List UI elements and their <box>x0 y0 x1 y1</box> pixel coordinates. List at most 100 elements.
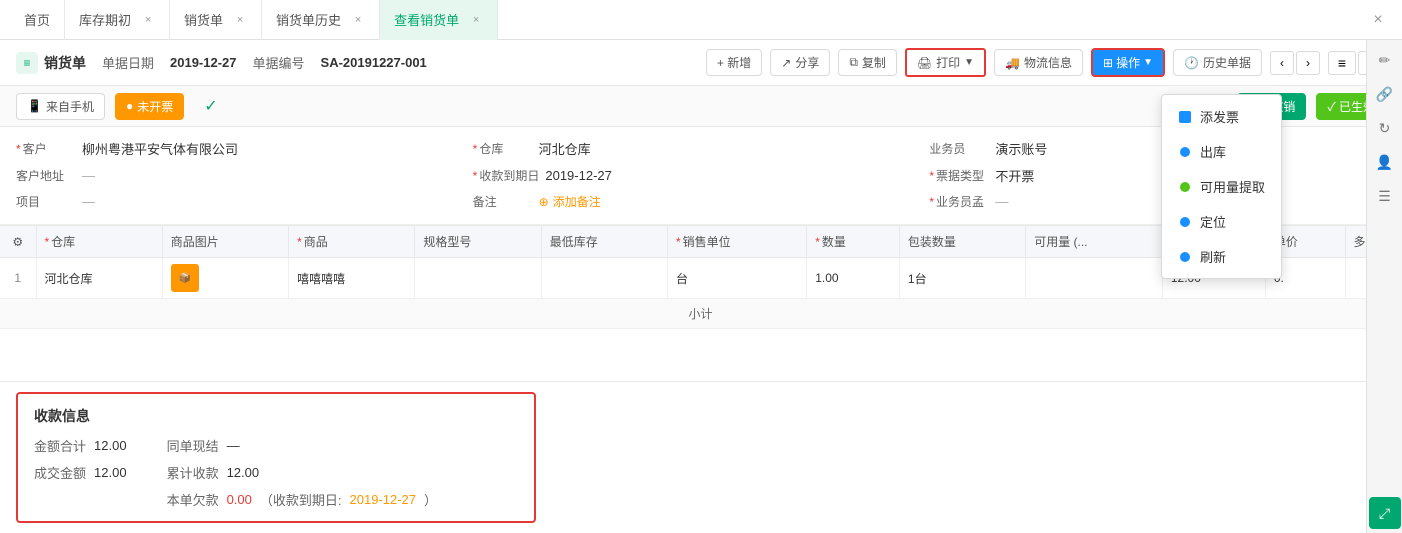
refresh-icon <box>1178 250 1192 264</box>
due-date-field: 收款到期日 2019-12-27 <box>473 167 930 184</box>
locate-label: 定位 <box>1200 212 1226 231</box>
history-button[interactable]: 🕐 历史单据 <box>1173 49 1262 76</box>
collection-col-left: 金额合计 12.00 成交金额 12.00 <box>34 436 127 509</box>
tab-view-sales-order-close[interactable]: × <box>469 13 483 27</box>
subtotal-row: 小计 <box>0 299 1402 329</box>
sidebar-rotate-btn[interactable]: ↻ <box>1369 112 1401 144</box>
tab-view-sales-order[interactable]: 查看销货单 × <box>380 0 498 40</box>
list-icon: ☰ <box>1378 188 1391 205</box>
sidebar-link-btn[interactable]: 🔗 <box>1369 78 1401 110</box>
salesperson-label: 业务员 <box>929 140 989 157</box>
this-order-label: 本单欠款 <box>167 490 219 509</box>
same-order-value: — <box>227 438 240 453</box>
copy-button[interactable]: ⧉ 复制 <box>838 49 897 76</box>
dropdown-add-invoice[interactable]: 添发票 <box>1162 99 1281 134</box>
this-order-item: 本单欠款 0.00 （收款到期日: 2019-12-27 ） <box>167 490 437 509</box>
number-value: SA-20191227-001 <box>321 55 427 70</box>
logistics-button[interactable]: 🚚 物流信息 <box>994 49 1083 76</box>
dropdown-locate[interactable]: 定位 <box>1162 204 1281 239</box>
amount-total-item: 金额合计 12.00 <box>34 436 127 455</box>
dropdown-out-stock[interactable]: 出库 <box>1162 134 1281 169</box>
tab-inventory-init-close[interactable]: × <box>141 13 155 27</box>
col-spec: 规格型号 <box>415 226 541 258</box>
pager-next[interactable]: › <box>1296 51 1320 75</box>
rotate-icon: ↻ <box>1379 120 1391 137</box>
cell-sales-unit: 台 <box>667 258 806 299</box>
share-button[interactable]: ↗ 分享 <box>770 49 830 76</box>
available-qty-label: 可用量提取 <box>1200 177 1265 196</box>
doc-header: ≡ 销货单 单据日期 2019-12-27 单据编号 SA-20191227-0… <box>0 40 1402 86</box>
copy-icon: ⧉ <box>849 55 858 70</box>
right-sidebar: ✏ 🔗 ↻ 👤 ☰ ⤢ <box>1366 40 1402 533</box>
tab-sales-order-history[interactable]: 销货单历史 × <box>262 0 380 40</box>
dropdown-available-qty[interactable]: 可用量提取 <box>1162 169 1281 204</box>
expand-icon: ⤢ <box>1379 505 1390 522</box>
logistics-icon: 🚚 <box>1005 56 1020 70</box>
invoice-type-value: 不开票 <box>995 166 1034 185</box>
col-product: 商品 <box>289 226 415 258</box>
pager-prev[interactable]: ‹ <box>1270 51 1294 75</box>
not-open-label: 未开票 <box>137 98 173 115</box>
ops-chevron: ▼ <box>1143 57 1153 68</box>
amount-total-value: 12.00 <box>94 438 127 453</box>
cell-available <box>1026 258 1163 299</box>
add-remark-button[interactable]: ⊕ 添加备注 <box>539 193 601 210</box>
ops-button[interactable]: ⊞ 操作 ▼ <box>1091 48 1165 77</box>
customer-field: 客户 柳州粤港平安气体有限公司 <box>16 139 473 158</box>
warehouse-field: 仓库 河北仓库 <box>473 139 930 158</box>
project-label: 项目 <box>16 193 76 210</box>
add-remark-label: 添加备注 <box>553 193 601 210</box>
salesperson2-field: 业务员孟 — <box>929 193 1386 210</box>
tab-inventory-init[interactable]: 库存期初 × <box>65 0 170 40</box>
check-icon-btn[interactable]: ✓ <box>194 92 227 120</box>
copy-label: 复制 <box>862 54 886 71</box>
check-icon3: ✓ <box>1327 100 1335 114</box>
warehouse-label: 仓库 <box>473 140 533 157</box>
col-product-img: 商品图片 <box>162 226 288 258</box>
deal-amount-item: 成交金额 12.00 <box>34 463 127 482</box>
date-value: 2019-12-27 <box>170 55 237 70</box>
tab-sales-order[interactable]: 销货单 × <box>170 0 262 40</box>
tab-sales-order-close[interactable]: × <box>233 13 247 27</box>
dropdown-refresh[interactable]: 刷新 <box>1162 239 1281 274</box>
cell-index: 1 <box>0 258 36 299</box>
subtotal-label: 小计 <box>0 299 1402 329</box>
print-button[interactable]: 🖨 打印 ▼ <box>905 48 986 77</box>
view-list[interactable]: ≡ <box>1328 51 1356 75</box>
customer-label: 客户 <box>16 140 76 157</box>
warehouse-value: 河北仓库 <box>539 139 591 158</box>
from-mobile-button[interactable]: 📱 来自手机 <box>16 93 105 120</box>
share-label: 分享 <box>795 54 819 71</box>
history-label: 历史单据 <box>1203 54 1251 71</box>
close-all-button[interactable]: × <box>1364 6 1392 34</box>
sidebar-user-btn[interactable]: 👤 <box>1369 146 1401 178</box>
not-open-button[interactable]: ● 未开票 <box>115 93 184 120</box>
col-available: 可用量 (... <box>1026 226 1163 258</box>
from-mobile-label: 来自手机 <box>46 98 94 115</box>
new-label: + 新增 <box>717 54 751 71</box>
tab-bar: 首页 库存期初 × 销货单 × 销货单历史 × 查看销货单 × × <box>0 0 1402 40</box>
collection-info: 收款信息 金额合计 12.00 成交金额 12.00 同单现结 — <box>16 392 536 523</box>
sidebar-edit-btn[interactable]: ✏ <box>1369 44 1401 76</box>
col-warehouse: 仓库 <box>36 226 162 258</box>
tab-home[interactable]: 首页 <box>10 0 65 40</box>
settings-icon[interactable]: ⚙ <box>12 235 23 249</box>
history-icon: 🕐 <box>1184 56 1199 70</box>
date-label: 单据日期 <box>102 53 154 72</box>
cell-warehouse: 河北仓库 <box>36 258 162 299</box>
doc-icon-symbol: ≡ <box>23 56 30 70</box>
ops-icon: ⊞ <box>1103 56 1113 70</box>
sidebar-expand-btn[interactable]: ⤢ <box>1369 497 1401 529</box>
new-button[interactable]: + 新增 <box>706 49 762 76</box>
customer-value: 柳州粤港平安气体有限公司 <box>82 139 238 158</box>
add-invoice-icon <box>1178 110 1192 124</box>
tab-sales-order-history-close[interactable]: × <box>351 13 365 27</box>
user-icon: 👤 <box>1376 154 1393 171</box>
available-qty-icon <box>1178 180 1192 194</box>
sidebar-list-btn[interactable]: ☰ <box>1369 180 1401 212</box>
due-hint: （收款到期日: <box>260 490 342 509</box>
customer-addr-value: — <box>82 168 95 183</box>
salesperson-field: 业务员 演示账号 <box>929 139 1386 158</box>
due-date-value: 2019-12-27 <box>545 168 612 183</box>
bottom-section: 收款信息 金额合计 12.00 成交金额 12.00 同单现结 — <box>0 381 1402 533</box>
